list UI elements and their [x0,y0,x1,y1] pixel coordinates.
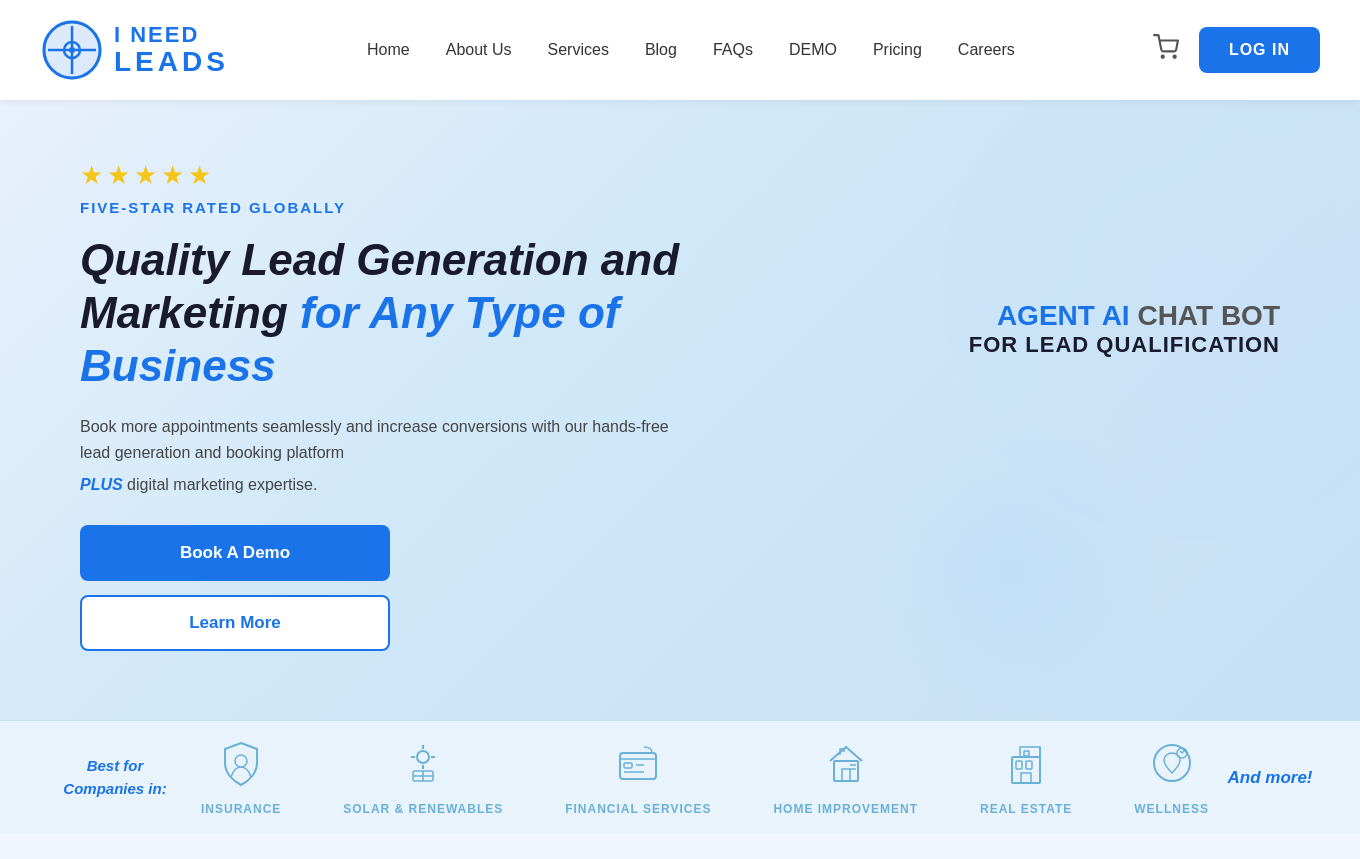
home-improvement-icon [822,739,870,796]
and-more-label: And more! [1220,768,1320,788]
hero-content-left: ★★★★★ FIVE-STAR RATED GLOBALLY Quality L… [80,160,680,651]
svg-point-8 [235,755,247,767]
svg-rect-27 [1016,761,1022,769]
cart-icon[interactable] [1153,34,1179,66]
home-label: HOME IMPROVEMENT [773,802,918,816]
hero-title: Quality Lead Generation and Marketing fo… [80,234,680,392]
wellness-icon [1148,739,1196,796]
learn-more-button[interactable]: Learn More [80,595,390,651]
finance-icon [614,739,662,796]
five-star-label: FIVE-STAR RATED GLOBALLY [80,199,680,216]
nav-faqs[interactable]: FAQs [713,41,753,58]
bg-circle-2 [860,420,1160,720]
agent-ai-box: AGENT AI CHAT BOT FOR LEAD QUALIFICATION [969,300,1280,358]
industry-real-estate: REAL ESTATE [980,739,1072,816]
logo-icon [40,18,104,82]
logo-i-need: I NEED [114,23,229,47]
svg-rect-22 [842,769,850,781]
nav-demo[interactable]: DEMO [789,41,837,58]
industry-wellness: WELLNESS [1134,739,1209,816]
agent-ai-label: AGENT AI [997,300,1130,331]
hero-desc-text1: Book more appointments seamlessly and in… [80,418,669,461]
solar-label: SOLAR & RENEWABLES [343,802,503,816]
wellness-label: WELLNESS [1134,802,1209,816]
nav-pricing[interactable]: Pricing [873,41,922,58]
nav-links: Home About Us Services Blog FAQs DEMO Pr… [367,41,1015,59]
login-button[interactable]: LOG IN [1199,27,1320,73]
best-for-label: Best for Companies in: [40,755,190,800]
book-demo-button[interactable]: Book A Demo [80,525,390,581]
hero-plus-label: PLUS [80,476,123,493]
hero-section: ★★★★★ FIVE-STAR RATED GLOBALLY Quality L… [0,100,1360,720]
svg-rect-21 [834,761,858,781]
industry-home: HOME IMPROVEMENT [773,739,918,816]
real-estate-icon [1002,739,1050,796]
logo-leads: LEADS [114,47,229,78]
svg-point-7 [1173,56,1175,58]
nav-about[interactable]: About Us [446,41,512,58]
agent-ai-line2: FOR LEAD QUALIFICATION [969,332,1280,358]
nav-services[interactable]: Services [548,41,609,58]
logo[interactable]: I NEED LEADS [40,18,229,82]
nav-blog[interactable]: Blog [645,41,677,58]
industry-finance: FINANCIAL SERVICES [565,739,711,816]
chat-bot-label: CHAT BOT [1130,300,1280,331]
nav-right: LOG IN [1153,27,1320,73]
nav-careers[interactable]: Careers [958,41,1015,58]
nav-home[interactable]: Home [367,41,410,58]
logo-text: I NEED LEADS [114,23,229,78]
insurance-icon [217,739,265,796]
best-for-line2: Companies in: [40,778,190,801]
svg-rect-28 [1026,761,1032,769]
star-rating: ★★★★★ [80,160,680,191]
industry-solar: SOLAR & RENEWABLES [343,739,503,816]
industry-items: INSURANCE SOLAR & RENEWABLES [190,739,1220,816]
best-for-strip: Best for Companies in: INSURANCE [0,720,1360,834]
hero-desc-plus: PLUS digital marketing expertise. [80,472,680,498]
hero-description: Book more appointments seamlessly and in… [80,414,680,465]
svg-rect-29 [1021,773,1031,783]
svg-point-5 [69,47,75,53]
industry-insurance: INSURANCE [201,739,281,816]
svg-rect-31 [1024,751,1029,756]
best-for-line1: Best for [40,755,190,778]
svg-rect-18 [624,763,632,768]
real-estate-label: REAL ESTATE [980,802,1072,816]
insurance-label: INSURANCE [201,802,281,816]
hero-desc-text2: digital marketing expertise. [123,476,318,493]
finance-label: FINANCIAL SERVICES [565,802,711,816]
navbar: I NEED LEADS Home About Us Services Blog… [0,0,1360,100]
svg-rect-17 [620,753,656,779]
svg-point-9 [417,751,429,763]
agent-ai-line1: AGENT AI CHAT BOT [969,300,1280,332]
solar-icon [399,739,447,796]
agent-ai-badge: AGENT AI CHAT BOT FOR LEAD QUALIFICATION [969,300,1280,358]
svg-point-6 [1162,56,1164,58]
